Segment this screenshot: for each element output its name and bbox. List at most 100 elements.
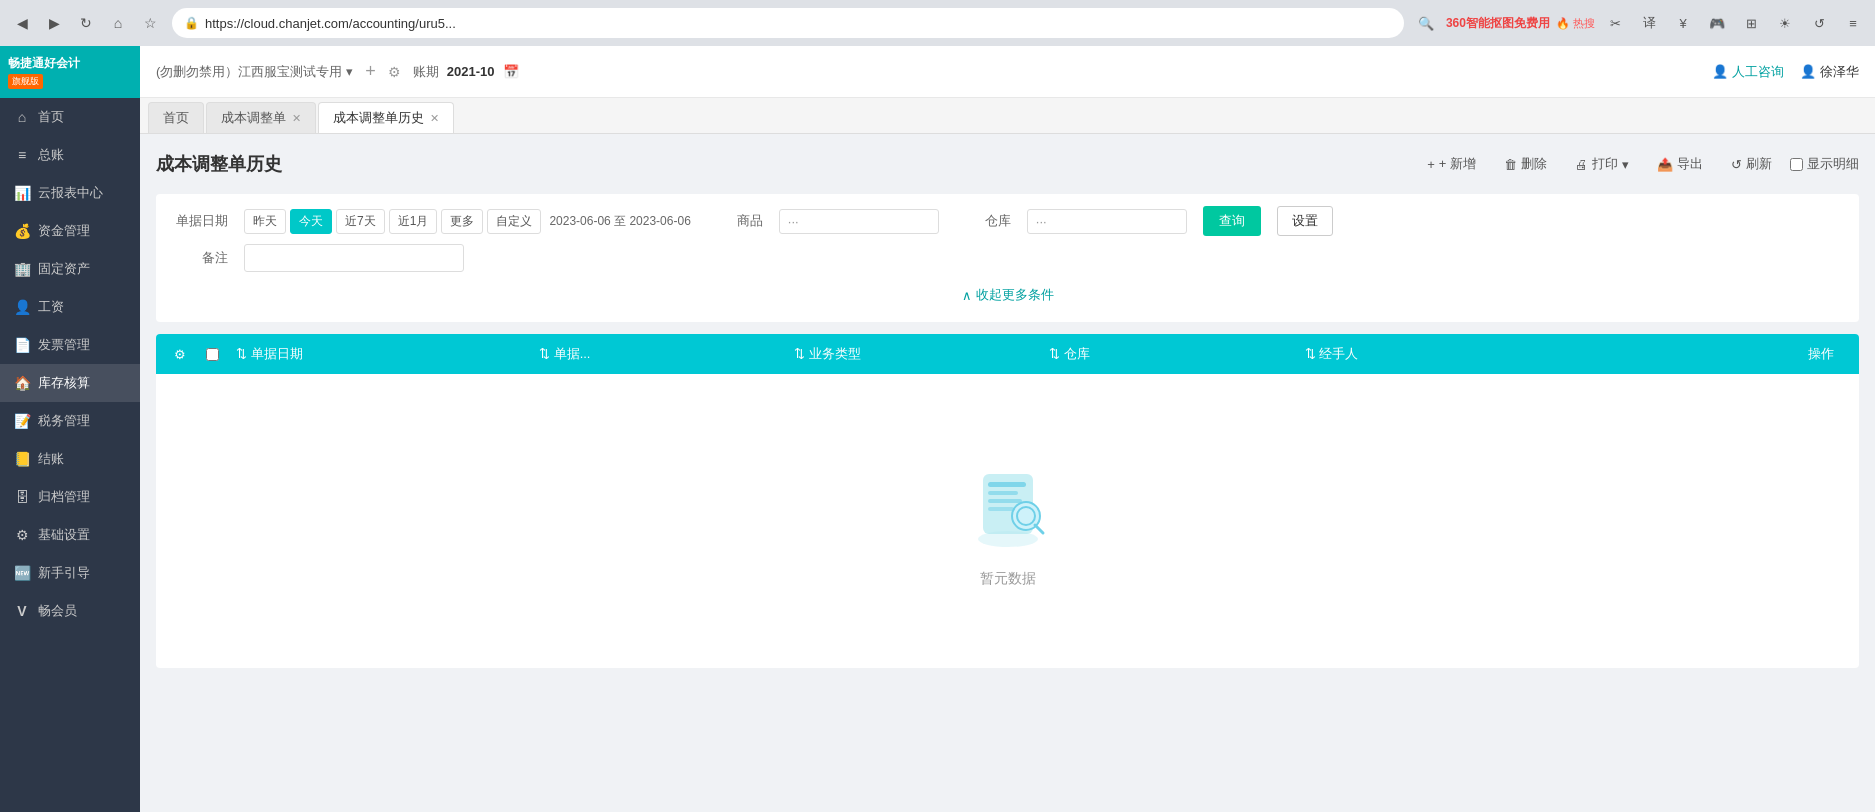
hot-label: 🔥 热搜 (1556, 16, 1595, 31)
svg-rect-2 (988, 482, 1026, 487)
forward-button[interactable]: ▶ (40, 9, 68, 37)
date-btn-1month[interactable]: 近1月 (389, 209, 438, 234)
remark-input[interactable] (244, 244, 464, 272)
show-detail-input[interactable] (1790, 158, 1803, 171)
print-button[interactable]: 🖨 打印 ▾ (1565, 150, 1639, 178)
inventory-icon: 🏠 (14, 375, 30, 391)
user-button[interactable]: 👤 徐泽华 (1800, 63, 1859, 81)
query-button[interactable]: 查询 (1203, 206, 1261, 236)
sidebar-item-settings-label: 基础设置 (38, 526, 90, 544)
table-container: ⚙ ⇅ 单据日期 ⇅ 单据... ⇅ 业务类型 ⇅ 仓库 (156, 334, 1859, 668)
sidebar-item-reports[interactable]: 📊 云报表中心 (0, 174, 140, 212)
date-btn-custom[interactable]: 自定义 (487, 209, 541, 234)
sidebar-item-guide-label: 新手引导 (38, 564, 90, 582)
tab-cost-adjust-history-close[interactable]: ✕ (430, 112, 439, 125)
tab-cost-adjust[interactable]: 成本调整单 ✕ (206, 102, 316, 133)
sidebar-item-funds[interactable]: 💰 资金管理 (0, 212, 140, 250)
translate-btn[interactable]: 译 (1635, 9, 1663, 37)
sidebar-item-ledger[interactable]: ≡ 总账 (0, 136, 140, 174)
show-detail-label: 显示明细 (1807, 155, 1859, 173)
sidebar-item-tax[interactable]: 📝 税务管理 (0, 402, 140, 440)
game-btn[interactable]: 🎮 (1703, 9, 1731, 37)
scissors-btn[interactable]: ✂ (1601, 9, 1629, 37)
page-title: 成本调整单历史 (156, 152, 282, 176)
svg-rect-4 (988, 499, 1022, 503)
salary-icon: 👤 (14, 299, 30, 315)
sidebar-item-home[interactable]: ⌂ 首页 (0, 98, 140, 136)
th-date[interactable]: ⇅ 单据日期 (228, 345, 531, 363)
refresh-button[interactable]: ↻ (72, 9, 100, 37)
grid-btn[interactable]: ⊞ (1737, 9, 1765, 37)
archive-icon: 🗄 (14, 489, 30, 505)
th-person-label: ⇅ 经手人 (1305, 345, 1359, 363)
guide-icon: 🆕 (14, 565, 30, 581)
th-type[interactable]: ⇅ 业务类型 (786, 345, 1041, 363)
star-button[interactable]: ☆ (136, 9, 164, 37)
date-btn-more[interactable]: 更多 (441, 209, 483, 234)
sidebar-item-closing[interactable]: 📒 结账 (0, 440, 140, 478)
date-btn-yesterday[interactable]: 昨天 (244, 209, 286, 234)
app-container: 畅捷通好会计 旗舰版 ⌂ 首页 ≡ 总账 📊 云报表中心 💰 资金管理 🏢 (0, 46, 1875, 812)
sidebar-item-tax-label: 税务管理 (38, 412, 90, 430)
sidebar-item-invoice[interactable]: 📄 发票管理 (0, 326, 140, 364)
th-warehouse[interactable]: ⇅ 仓库 (1041, 345, 1296, 363)
sidebar-item-archive[interactable]: 🗄 归档管理 (0, 478, 140, 516)
sidebar-item-inventory[interactable]: 🏠 库存核算 (0, 364, 140, 402)
th-num[interactable]: ⇅ 单据... (531, 345, 786, 363)
company-name: (勿删勿禁用）江西服宝测试专用 (156, 63, 342, 81)
sidebar-item-member-label: 畅会员 (38, 602, 77, 620)
member-icon: V (14, 603, 30, 619)
refresh-button[interactable]: ↺ 刷新 (1721, 150, 1782, 178)
select-all-checkbox[interactable] (206, 348, 219, 361)
warehouse-selector[interactable]: ··· (1027, 209, 1187, 234)
wallet-btn[interactable]: ¥ (1669, 9, 1697, 37)
filter-row-remark: 备注 (172, 244, 1843, 272)
sidebar-item-reports-label: 云报表中心 (38, 184, 103, 202)
tab-home-label: 首页 (163, 109, 189, 127)
show-detail-checkbox[interactable]: 显示明细 (1790, 155, 1859, 173)
settings-top-button[interactable]: ⚙ (388, 64, 401, 80)
sidebar-item-guide[interactable]: 🆕 新手引导 (0, 554, 140, 592)
consult-button[interactable]: 👤 人工咨询 (1712, 63, 1784, 81)
top-bar-right: 👤 人工咨询 👤 徐泽华 (1712, 63, 1859, 81)
new-button[interactable]: + + 新增 (1417, 150, 1486, 178)
brightness-btn[interactable]: ☀ (1771, 9, 1799, 37)
period-info: 账期 2021-10 📅 (413, 63, 519, 81)
address-bar[interactable]: 🔒 https://cloud.chanjet.com/accounting/u… (172, 8, 1404, 38)
setting-button[interactable]: 设置 (1277, 206, 1333, 236)
collapse-button[interactable]: ∧ 收起更多条件 (172, 280, 1843, 310)
date-btn-7days[interactable]: 近7天 (336, 209, 385, 234)
tab-home[interactable]: 首页 (148, 102, 204, 133)
sidebar-item-closing-label: 结账 (38, 450, 64, 468)
funds-icon: 💰 (14, 223, 30, 239)
sidebar-item-assets[interactable]: 🏢 固定资产 (0, 250, 140, 288)
sidebar: 畅捷通好会计 旗舰版 ⌂ 首页 ≡ 总账 📊 云报表中心 💰 资金管理 🏢 (0, 46, 140, 812)
company-selector[interactable]: (勿删勿禁用）江西服宝测试专用 ▾ (156, 63, 353, 81)
sidebar-item-salary[interactable]: 👤 工资 (0, 288, 140, 326)
export-button[interactable]: 📤 导出 (1647, 150, 1713, 178)
sidebar-item-archive-label: 归档管理 (38, 488, 90, 506)
menu-btn[interactable]: ≡ (1839, 9, 1867, 37)
delete-button[interactable]: 🗑 删除 (1494, 150, 1557, 178)
sidebar-item-member[interactable]: V 畅会员 (0, 592, 140, 630)
goods-selector[interactable]: ··· (779, 209, 939, 234)
sidebar-item-salary-label: 工资 (38, 298, 64, 316)
goods-dots: ··· (788, 214, 799, 229)
add-tab-button[interactable]: + (365, 61, 376, 82)
back-button[interactable]: ◀ (8, 9, 36, 37)
date-btn-today[interactable]: 今天 (290, 209, 332, 234)
tab-cost-adjust-history[interactable]: 成本调整单历史 ✕ (318, 102, 454, 133)
tab-cost-adjust-close[interactable]: ✕ (292, 112, 301, 125)
invoice-icon: 📄 (14, 337, 30, 353)
sidebar-item-settings[interactable]: ⚙ 基础设置 (0, 516, 140, 554)
calendar-icon[interactable]: 📅 (503, 64, 519, 79)
table-gear[interactable]: ⚙ (164, 347, 196, 362)
undo-btn[interactable]: ↺ (1805, 9, 1833, 37)
search-btn[interactable]: 🔍 (1412, 9, 1440, 37)
th-person[interactable]: ⇅ 经手人 (1297, 345, 1552, 363)
home-button[interactable]: ⌂ (104, 9, 132, 37)
main-content: (勿删勿禁用）江西服宝测试专用 ▾ + ⚙ 账期 2021-10 📅 👤 人工咨… (140, 46, 1875, 812)
table-select-all[interactable] (196, 348, 228, 361)
sidebar-item-ledger-label: 总账 (38, 146, 64, 164)
period-value: 2021-10 (447, 64, 495, 79)
